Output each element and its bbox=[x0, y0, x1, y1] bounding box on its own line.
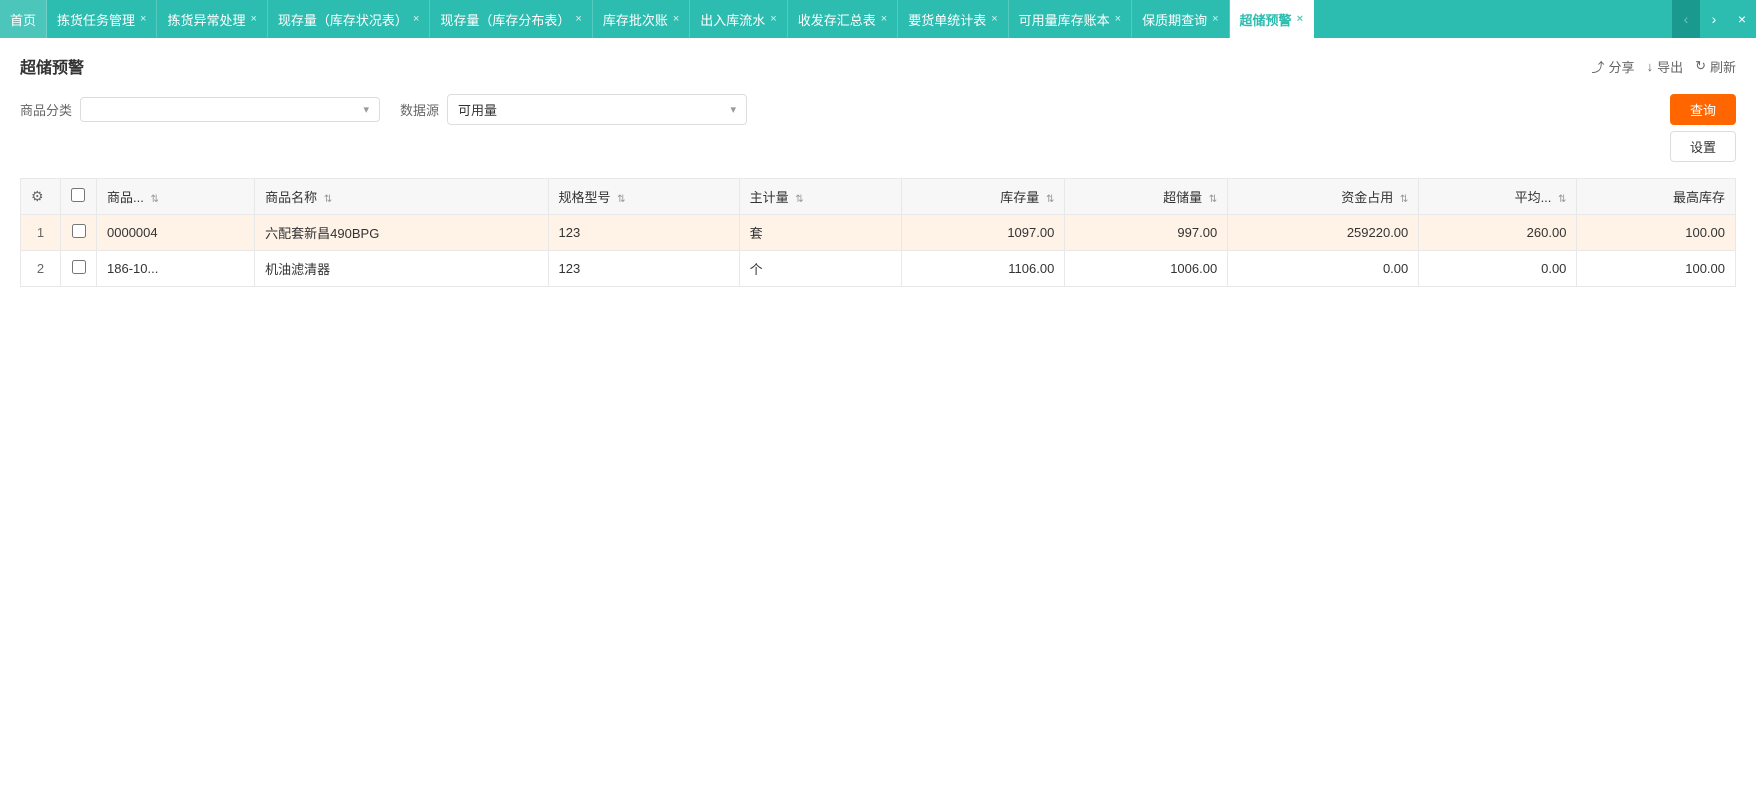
export-icon: ↓ bbox=[1647, 59, 1654, 74]
nav-collect-send[interactable]: 收发存汇总表 × bbox=[788, 0, 898, 38]
cell-stock: 1097.00 bbox=[902, 215, 1065, 251]
nav-prev-button[interactable]: ‹ bbox=[1672, 0, 1700, 38]
category-label: 商品分类 bbox=[20, 100, 72, 119]
th-gear: ⚙ bbox=[21, 179, 61, 215]
nav-inout-flow[interactable]: 出入库流水 × bbox=[690, 0, 787, 38]
close-icon[interactable]: × bbox=[140, 13, 146, 25]
close-icon[interactable]: × bbox=[1115, 13, 1121, 25]
close-icon[interactable]: × bbox=[575, 13, 581, 25]
nav-order-stats[interactable]: 要货单统计表 × bbox=[898, 0, 1008, 38]
nav-picking-tasks[interactable]: 拣货任务管理 × bbox=[47, 0, 157, 38]
nav-inventory-status[interactable]: 现存量（库存状况表） × bbox=[268, 0, 430, 38]
cell-capital: 259220.00 bbox=[1228, 215, 1419, 251]
close-icon[interactable]: × bbox=[991, 13, 997, 25]
table-row: 2 186-10... 机油滤清器 123 个 1106.00 1006.00 … bbox=[21, 251, 1736, 287]
sort-icon: ⇅ bbox=[1558, 194, 1566, 205]
share-icon: ⤴ bbox=[1592, 57, 1605, 76]
cell-unit: 个 bbox=[739, 251, 902, 287]
row-checkbox-cell bbox=[61, 251, 97, 287]
nav-available-stock[interactable]: 可用量库存账本 × bbox=[1009, 0, 1132, 38]
datasource-select[interactable]: 可用量 ▾ bbox=[447, 94, 747, 125]
sort-icon: ⇅ bbox=[324, 194, 332, 205]
table-row: 1 0000004 六配套新昌490BPG 123 套 1097.00 997.… bbox=[21, 215, 1736, 251]
close-icon[interactable]: × bbox=[250, 13, 256, 25]
nav-close-button[interactable]: × bbox=[1728, 0, 1756, 38]
gear-icon[interactable]: ⚙ bbox=[31, 188, 44, 204]
share-button[interactable]: ⤴ 分享 bbox=[1592, 57, 1635, 76]
cell-avg: 0.00 bbox=[1419, 251, 1577, 287]
close-icon[interactable]: × bbox=[1297, 13, 1303, 25]
datasource-value: 可用量 bbox=[458, 100, 497, 119]
data-table: ⚙ 商品... ⇅ 商品名称 ⇅ 规格型号 ⇅ 主计量 bbox=[20, 178, 1736, 287]
close-icon[interactable]: × bbox=[770, 13, 776, 25]
sort-icon: ⇅ bbox=[617, 194, 625, 205]
th-product-name[interactable]: 商品名称 ⇅ bbox=[255, 179, 548, 215]
nav-inventory-dist[interactable]: 现存量（库存分布表） × bbox=[430, 0, 592, 38]
row-checkbox-cell bbox=[61, 215, 97, 251]
category-filter: 商品分类 ▾ bbox=[20, 97, 380, 122]
select-all-checkbox[interactable] bbox=[71, 188, 85, 202]
sort-icon: ⇅ bbox=[795, 194, 803, 205]
datasource-filter: 数据源 可用量 ▾ bbox=[400, 94, 747, 125]
cell-overstock: 1006.00 bbox=[1065, 251, 1228, 287]
cell-product-code: 186-10... bbox=[97, 251, 255, 287]
th-checkbox bbox=[61, 179, 97, 215]
close-icon[interactable]: × bbox=[413, 13, 419, 25]
cell-max-stock: 100.00 bbox=[1577, 215, 1736, 251]
cell-product-name: 六配套新昌490BPG bbox=[255, 215, 548, 251]
nav-arrows: ‹ › × bbox=[1672, 0, 1756, 38]
row-checkbox[interactable] bbox=[72, 224, 86, 238]
page-title: 超储预警 bbox=[20, 54, 84, 78]
close-icon[interactable]: × bbox=[673, 13, 679, 25]
th-stock[interactable]: 库存量 ⇅ bbox=[902, 179, 1065, 215]
query-button[interactable]: 查询 bbox=[1670, 94, 1736, 125]
category-select[interactable]: ▾ bbox=[80, 97, 380, 122]
row-checkbox[interactable] bbox=[72, 260, 86, 274]
th-overstock[interactable]: 超储量 ⇅ bbox=[1065, 179, 1228, 215]
th-max-stock[interactable]: 最高库存 bbox=[1577, 179, 1736, 215]
page-content: 超储预警 ⤴ 分享 ↓ 导出 ↻ 刷新 商品分类 ▾ bbox=[0, 38, 1756, 800]
cell-max-stock: 100.00 bbox=[1577, 251, 1736, 287]
nav-next-button[interactable]: › bbox=[1700, 0, 1728, 38]
sort-icon: ⇅ bbox=[1046, 194, 1054, 205]
refresh-icon: ↻ bbox=[1695, 58, 1706, 74]
settings-button[interactable]: 设置 bbox=[1670, 131, 1736, 162]
nav-overstock-warning[interactable]: 超储预警 × bbox=[1230, 0, 1314, 38]
close-icon[interactable]: × bbox=[1212, 13, 1218, 25]
cell-product-code: 0000004 bbox=[97, 215, 255, 251]
cell-avg: 260.00 bbox=[1419, 215, 1577, 251]
th-capital[interactable]: 资金占用 ⇅ bbox=[1228, 179, 1419, 215]
cell-stock: 1106.00 bbox=[902, 251, 1065, 287]
th-unit[interactable]: 主计量 ⇅ bbox=[739, 179, 902, 215]
chevron-down-icon: ▾ bbox=[363, 103, 369, 116]
cell-spec: 123 bbox=[548, 215, 739, 251]
th-spec[interactable]: 规格型号 ⇅ bbox=[548, 179, 739, 215]
sort-icon: ⇅ bbox=[1209, 194, 1217, 205]
cell-product-name: 机油滤清器 bbox=[255, 251, 548, 287]
chevron-down-icon: ▾ bbox=[731, 103, 737, 116]
sort-icon: ⇅ bbox=[150, 194, 158, 205]
nav-home[interactable]: 首页 bbox=[0, 0, 47, 38]
cell-unit: 套 bbox=[739, 215, 902, 251]
th-avg[interactable]: 平均... ⇅ bbox=[1419, 179, 1577, 215]
cell-capital: 0.00 bbox=[1228, 251, 1419, 287]
sort-icon: ⇅ bbox=[1400, 194, 1408, 205]
nav-picking-exception[interactable]: 拣货异常处理 × bbox=[157, 0, 267, 38]
refresh-button[interactable]: ↻ 刷新 bbox=[1695, 57, 1736, 76]
close-icon[interactable]: × bbox=[881, 13, 887, 25]
page-header: 超储预警 ⤴ 分享 ↓ 导出 ↻ 刷新 bbox=[20, 54, 1736, 78]
th-product-code[interactable]: 商品... ⇅ bbox=[97, 179, 255, 215]
row-num: 2 bbox=[21, 251, 61, 287]
top-nav: 首页 拣货任务管理 × 拣货异常处理 × 现存量（库存状况表） × 现存量（库存… bbox=[0, 0, 1756, 38]
datasource-label: 数据源 bbox=[400, 100, 439, 119]
header-actions: ⤴ 分享 ↓ 导出 ↻ 刷新 bbox=[1592, 57, 1736, 76]
row-num: 1 bbox=[21, 215, 61, 251]
cell-overstock: 997.00 bbox=[1065, 215, 1228, 251]
cell-spec: 123 bbox=[548, 251, 739, 287]
export-button[interactable]: ↓ 导出 bbox=[1647, 57, 1684, 76]
nav-quality-check[interactable]: 保质期查询 × bbox=[1132, 0, 1229, 38]
action-buttons: 查询 设置 bbox=[1670, 94, 1736, 162]
nav-inventory-batch[interactable]: 库存批次账 × bbox=[593, 0, 690, 38]
table-header-row: ⚙ 商品... ⇅ 商品名称 ⇅ 规格型号 ⇅ 主计量 bbox=[21, 179, 1736, 215]
